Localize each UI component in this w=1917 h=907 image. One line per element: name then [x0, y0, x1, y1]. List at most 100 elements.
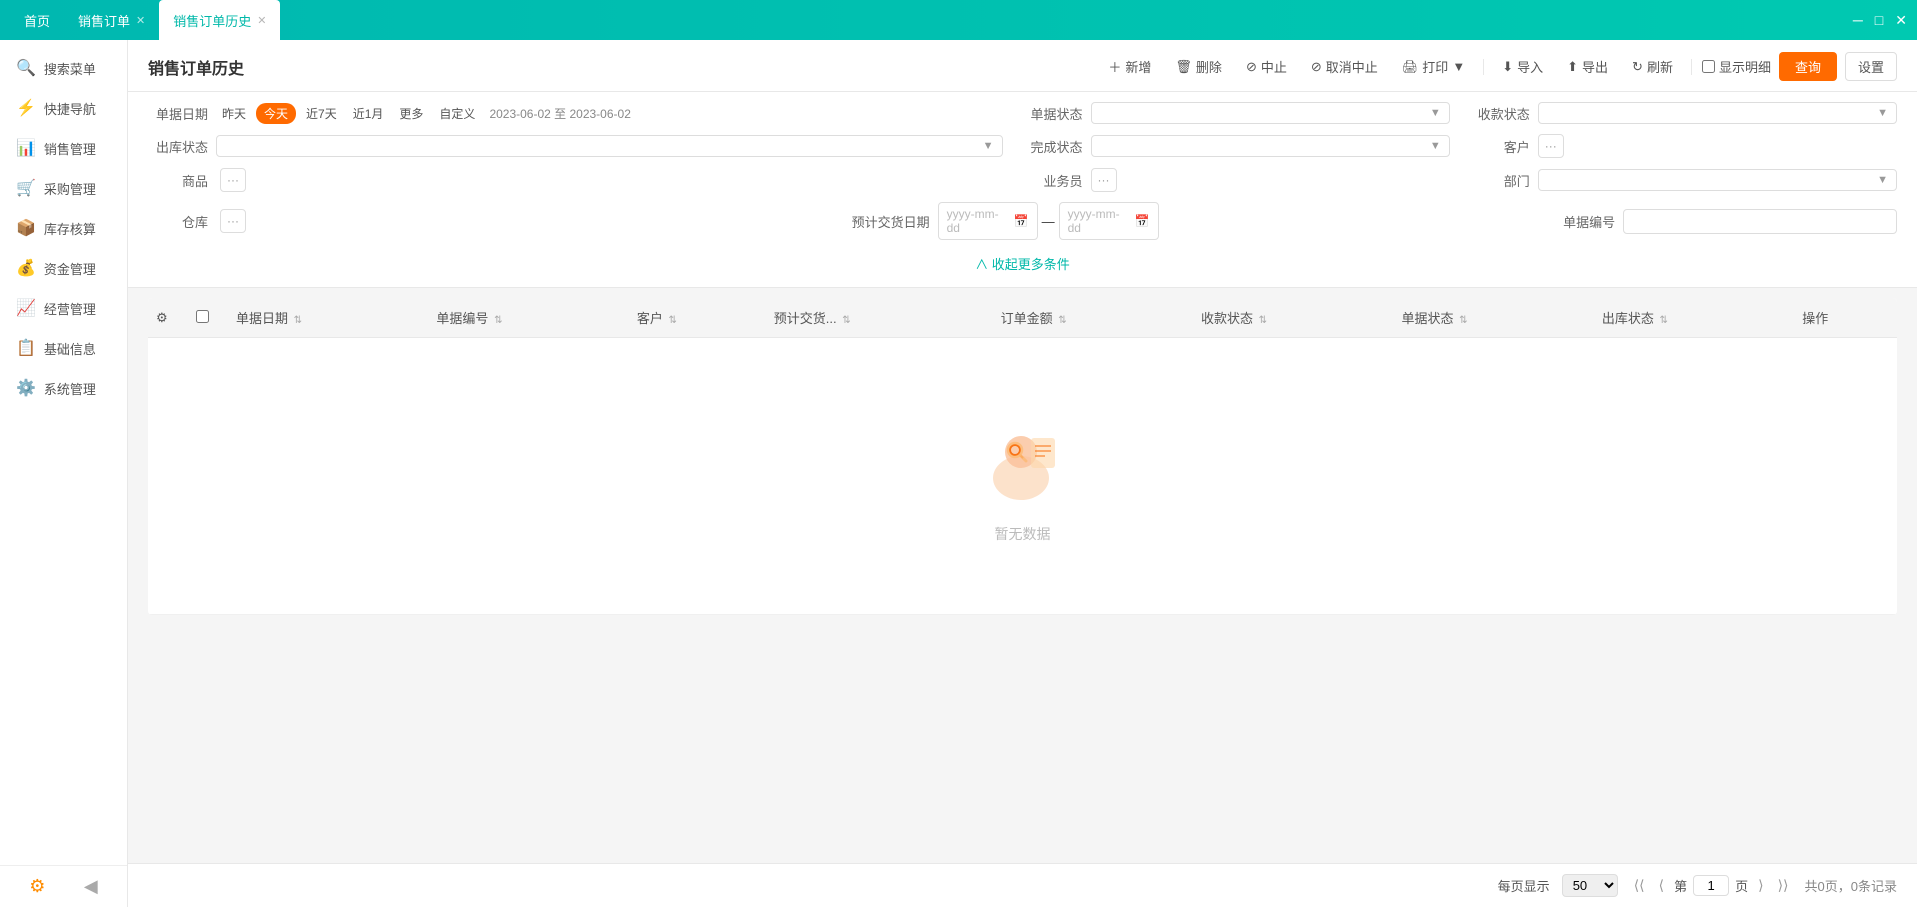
- department-select[interactable]: ▼: [1538, 169, 1897, 191]
- customer-filter-item: 客户 ···: [1470, 134, 1897, 158]
- delivery-status-arrow: ▼: [983, 140, 994, 152]
- filter-row-1: 单据日期 昨天 今天 近7天 近1月 更多 自定义 2023-06-02 至 2…: [148, 102, 1897, 124]
- col-number[interactable]: 单据编号 ⇅: [428, 298, 628, 338]
- tab-sales-order-close[interactable]: ✕: [136, 14, 145, 27]
- order-number-label: 单据编号: [1555, 212, 1615, 231]
- payment-status-select[interactable]: ▼: [1538, 102, 1897, 124]
- export-button[interactable]: ⬆ 导出: [1559, 53, 1616, 80]
- date-btn-7days[interactable]: 近7天: [300, 103, 343, 124]
- show-detail-label: 显示明细: [1719, 57, 1771, 76]
- col-order-status-label: 单据状态: [1401, 311, 1453, 326]
- next-page-btn[interactable]: ⟩: [1754, 875, 1767, 896]
- tab-sales-history-close[interactable]: ✕: [257, 14, 266, 27]
- refresh-button[interactable]: ↻ 刷新: [1624, 53, 1681, 80]
- tab-sales-history[interactable]: 销售订单历史 ✕: [159, 0, 280, 40]
- sidebar-item-sales[interactable]: 📊 销售管理: [0, 128, 127, 168]
- date-filter-item: 单据日期 昨天 今天 近7天 近1月 更多 自定义 2023-06-02 至 2…: [148, 103, 1003, 124]
- sidebar-collapse-icon[interactable]: ◀: [84, 876, 98, 897]
- completion-status-select[interactable]: ▼: [1091, 135, 1450, 157]
- tab-home[interactable]: 首页: [10, 0, 64, 40]
- sidebar-item-basic-info[interactable]: 📋 基础信息: [0, 328, 127, 368]
- prev-page-btn[interactable]: ⟨: [1655, 875, 1668, 896]
- col-amount[interactable]: 订单金额 ⇅: [993, 298, 1193, 338]
- refresh-icon: ↻: [1632, 59, 1643, 75]
- show-detail-input[interactable]: [1702, 60, 1715, 73]
- cancel-stop-button[interactable]: ⊘ 取消中止: [1303, 53, 1386, 80]
- date-btn-today[interactable]: 今天: [256, 103, 296, 124]
- page-title: 销售订单历史: [148, 55, 244, 79]
- sidebar-item-finance[interactable]: 💰 资金管理: [0, 248, 127, 288]
- collapse-row[interactable]: ∧ 收起更多条件: [148, 250, 1897, 277]
- salesperson-picker-btn[interactable]: ···: [1091, 168, 1117, 192]
- select-all-checkbox[interactable]: [196, 310, 209, 323]
- close-icon[interactable]: ✕: [1895, 12, 1907, 29]
- date-btn-1month[interactable]: 近1月: [347, 103, 390, 124]
- delivery-status-select[interactable]: ▼: [216, 135, 1003, 157]
- col-order-status-sort: ⇅: [1459, 315, 1467, 326]
- import-button[interactable]: ⬇ 导入: [1494, 53, 1551, 80]
- date-btn-yesterday[interactable]: 昨天: [216, 103, 252, 124]
- show-detail-checkbox[interactable]: 显示明细: [1702, 57, 1771, 76]
- col-actions: 操作: [1794, 298, 1897, 338]
- col-delivery-label: 预计交货...: [774, 311, 837, 326]
- order-number-input[interactable]: [1623, 209, 1897, 234]
- sidebar-bottom: ⚙ ◀: [0, 865, 127, 907]
- purchase-icon: 🛒: [16, 178, 36, 198]
- date-filter-label: 单据日期: [148, 104, 208, 123]
- col-date[interactable]: 单据日期 ⇅: [228, 298, 428, 338]
- current-page-input[interactable]: [1693, 875, 1729, 896]
- filter-area: 单据日期 昨天 今天 近7天 近1月 更多 自定义 2023-06-02 至 2…: [128, 92, 1917, 288]
- col-settings[interactable]: ⚙: [148, 298, 188, 338]
- delete-icon: 🗑: [1175, 59, 1192, 75]
- maximize-icon[interactable]: □: [1875, 12, 1883, 28]
- new-icon: ＋: [1108, 57, 1121, 76]
- new-button[interactable]: ＋ 新增: [1100, 53, 1159, 80]
- col-payment-status[interactable]: 收款状态 ⇅: [1193, 298, 1393, 338]
- minimize-icon[interactable]: ─: [1853, 12, 1863, 28]
- warehouse-picker-btn[interactable]: ···: [220, 209, 246, 233]
- sidebar-item-system[interactable]: ⚙️ 系统管理: [0, 368, 127, 408]
- total-info: 共0页，0条记录: [1805, 876, 1897, 895]
- goods-picker-btn[interactable]: ···: [220, 168, 246, 192]
- delivery-status-label: 出库状态: [148, 137, 208, 156]
- tab-sales-order[interactable]: 销售订单 ✕: [64, 0, 159, 40]
- sidebar-item-quick-nav[interactable]: ⚡ 快捷导航: [0, 88, 127, 128]
- col-customer-label: 客户: [637, 311, 663, 326]
- empty-text: 暂无数据: [995, 524, 1051, 544]
- first-page-btn[interactable]: ⟨⟨: [1630, 875, 1649, 896]
- last-page-btn[interactable]: ⟩⟩: [1774, 875, 1793, 896]
- query-button[interactable]: 查询: [1779, 52, 1837, 81]
- stop-button[interactable]: ⊘ 中止: [1238, 53, 1295, 80]
- delivery-date-filter-item: 预计交货日期 yyyy-mm-dd 📅 — yyyy-mm-dd 📅: [852, 202, 1536, 240]
- sidebar-item-search-menu[interactable]: 🔍 搜索菜单: [0, 48, 127, 88]
- col-delivery[interactable]: 预计交货... ⇅: [766, 298, 993, 338]
- date-btn-more[interactable]: 更多: [393, 103, 429, 124]
- completion-status-label: 完成状态: [1023, 137, 1083, 156]
- collapse-label: ∧ 收起更多条件: [975, 257, 1070, 272]
- completion-status-arrow: ▼: [1430, 140, 1441, 152]
- sidebar-item-operations-label: 经营管理: [44, 299, 96, 318]
- sidebar-item-operations[interactable]: 📈 经营管理: [0, 288, 127, 328]
- print-button[interactable]: 🖨 打印 ▼: [1394, 53, 1473, 80]
- per-page-select[interactable]: 50 10 20 100: [1562, 874, 1618, 897]
- col-delivery-status[interactable]: 出库状态 ⇅: [1594, 298, 1794, 338]
- col-customer[interactable]: 客户 ⇅: [629, 298, 766, 338]
- payment-status-arrow: ▼: [1877, 107, 1888, 119]
- sidebar-settings-icon[interactable]: ⚙: [29, 876, 45, 897]
- settings-button[interactable]: 设置: [1845, 52, 1897, 81]
- delete-button[interactable]: 🗑 删除: [1167, 53, 1230, 80]
- customer-picker-btn[interactable]: ···: [1538, 134, 1564, 158]
- col-order-status[interactable]: 单据状态 ⇅: [1393, 298, 1593, 338]
- delivery-date-end-input[interactable]: yyyy-mm-dd 📅: [1059, 202, 1159, 240]
- sidebar-item-purchase[interactable]: 🛒 采购管理: [0, 168, 127, 208]
- date-btn-custom[interactable]: 自定义: [433, 103, 481, 124]
- delivery-date-start-input[interactable]: yyyy-mm-dd 📅: [938, 202, 1038, 240]
- order-status-select[interactable]: ▼: [1091, 102, 1450, 124]
- quick-nav-icon: ⚡: [16, 98, 36, 118]
- finance-icon: 💰: [16, 258, 36, 278]
- sidebar-item-quick-label: 快捷导航: [44, 99, 96, 118]
- toolbar: ＋ 新增 🗑 删除 ⊘ 中止 ⊘ 取消中止: [1100, 52, 1897, 81]
- sidebar-item-inventory[interactable]: 📦 库存核算: [0, 208, 127, 248]
- new-label: 新增: [1125, 57, 1151, 76]
- divider2: [1691, 59, 1692, 75]
